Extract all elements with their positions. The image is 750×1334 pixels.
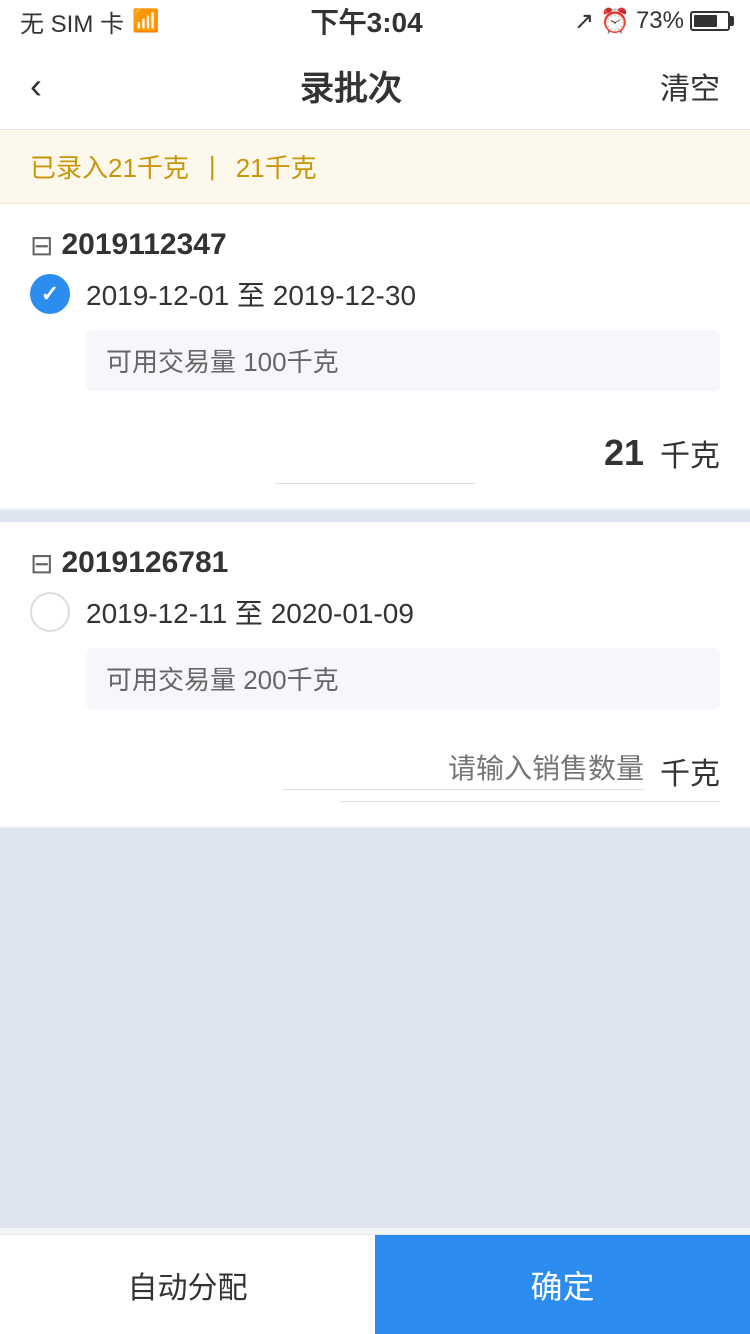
- batch1-id: 2019112347: [61, 228, 226, 262]
- batch1-date: 2019-12-01 至 2019-12-30: [86, 274, 416, 314]
- batch2-date: 2019-12-11 至 2020-01-09: [86, 592, 414, 632]
- confirm-button[interactable]: 确定: [375, 1235, 750, 1334]
- wifi-icon: 📶: [132, 8, 159, 34]
- info-banner: 已录入21千克 | 21千克: [0, 130, 750, 204]
- batch1-radio[interactable]: [30, 274, 70, 314]
- bottom-blank-area: [0, 828, 750, 1228]
- batch2-card: ⊟ 2019126781 2019-12-11 至 2020-01-09 可用交…: [0, 522, 750, 826]
- auto-distribute-button[interactable]: 自动分配: [0, 1235, 375, 1334]
- banner-divider: |: [209, 151, 216, 182]
- bottom-bar: 自动分配 确定: [0, 1234, 750, 1334]
- batch2-qty-row: 千克: [0, 729, 750, 793]
- batch2-radio[interactable]: [30, 592, 70, 632]
- status-left: 无 SIM 卡 📶: [20, 4, 159, 39]
- batch1-separator: [275, 483, 475, 484]
- batch2-separator: [340, 801, 720, 802]
- batch2-qty-input[interactable]: [283, 753, 644, 790]
- status-bar: 无 SIM 卡 📶 下午3:04 ↗ ⏰ 73%: [0, 0, 750, 42]
- clear-button[interactable]: 清空: [660, 64, 720, 108]
- batch1-id-row: ⊟ 2019112347: [30, 228, 720, 262]
- batch2-qty-unit: 千克: [660, 749, 720, 793]
- status-right: ↗ ⏰ 73%: [574, 7, 730, 36]
- location-icon: ↗: [574, 7, 594, 36]
- batch2-qty-wrapper: 千克: [0, 729, 750, 826]
- section-divider: [0, 510, 750, 522]
- nav-bar: ‹ 录批次 清空: [0, 42, 750, 130]
- batch1-qty-row: 21 千克: [0, 411, 750, 475]
- batch2-available-qty: 可用交易量 200千克: [86, 648, 720, 709]
- batch2-icon: ⊟: [30, 547, 53, 580]
- alarm-icon: ⏰: [600, 7, 630, 36]
- batch1-qty-wrapper: 21 千克: [0, 411, 750, 508]
- total-qty-label: 21千克: [236, 148, 317, 185]
- batch1-qty-unit: 千克: [660, 431, 720, 475]
- batch1-date-row: 2019-12-01 至 2019-12-30: [30, 274, 720, 314]
- recorded-qty-label: 已录入21千克: [30, 148, 189, 185]
- battery-percent: 73%: [636, 7, 684, 35]
- batch1-qty-value: 21: [604, 432, 644, 474]
- batch2-id-row: ⊟ 2019126781: [30, 546, 720, 580]
- battery-icon: [690, 11, 730, 31]
- batch1-card: ⊟ 2019112347 2019-12-01 至 2019-12-30 可用交…: [0, 204, 750, 508]
- no-sim-text: 无 SIM 卡: [20, 4, 124, 39]
- batch2-date-row: 2019-12-11 至 2020-01-09: [30, 592, 720, 632]
- back-button[interactable]: ‹: [30, 65, 42, 107]
- batch2-id: 2019126781: [61, 546, 228, 580]
- page-title: 录批次: [300, 61, 402, 110]
- batch1-available-qty: 可用交易量 100千克: [86, 330, 720, 391]
- batch1-icon: ⊟: [30, 229, 53, 262]
- status-time: 下午3:04: [311, 1, 423, 41]
